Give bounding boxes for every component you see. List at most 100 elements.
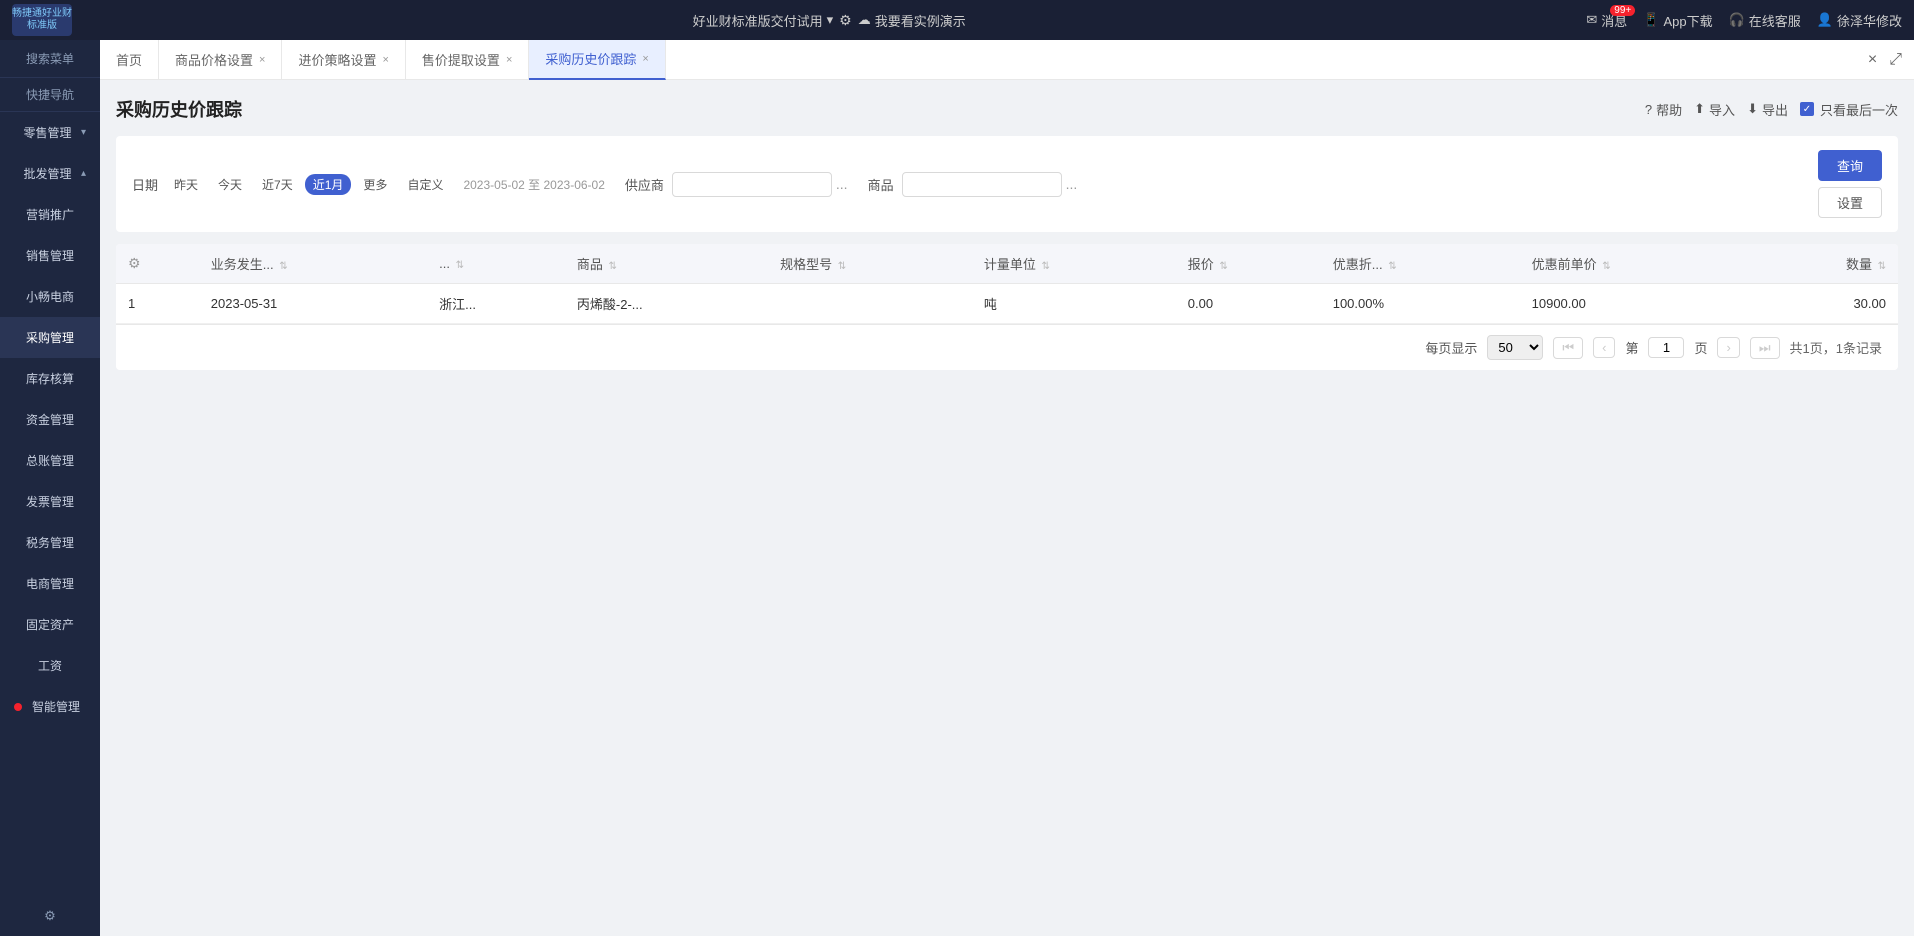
tab-purchase-history[interactable]: 采购历史价跟踪 × <box>529 40 665 80</box>
supplier-ellipsis-button[interactable]: ... <box>836 176 848 192</box>
date-btn-1month[interactable]: 近1月 <box>305 174 352 195</box>
tab-close-price-extract[interactable]: × <box>506 54 512 66</box>
pagination-prev-button[interactable]: ‹ <box>1593 337 1615 358</box>
version-select[interactable]: 好业财标准版交付试用 ▾ <box>693 11 834 30</box>
sidebar-item-inventory[interactable]: 库存核算 <box>0 358 100 399</box>
message-icon: ✉ <box>1586 12 1597 28</box>
date-btn-7days[interactable]: 近7天 <box>254 174 301 195</box>
page-input[interactable] <box>1648 337 1684 358</box>
checkbox-icon: ✓ <box>1800 102 1814 116</box>
th-pre-discount-price[interactable]: 优惠前单价 ⇅ <box>1520 244 1753 284</box>
sidebar-item-tax[interactable]: 税务管理 <box>0 522 100 563</box>
filter-settings-button[interactable]: 设置 <box>1818 187 1882 218</box>
pagination-first-button[interactable]: ⏮ <box>1553 337 1583 359</box>
user-menu-button[interactable]: 👤 徐泽华修改 <box>1817 11 1902 30</box>
query-button[interactable]: 查询 <box>1818 150 1882 181</box>
filter-actions: 查询 设置 <box>1818 150 1882 218</box>
sort-icon-quantity: ⇅ <box>1878 261 1886 272</box>
app-download-button[interactable]: 📱 App下载 <box>1643 11 1712 30</box>
th-discount[interactable]: 优惠折... ⇅ <box>1321 244 1520 284</box>
sidebar-item-invoice[interactable]: 发票管理 <box>0 481 100 522</box>
pagination-last-button[interactable]: ⏭ <box>1750 337 1780 359</box>
sort-icon-goods-name: ⇅ <box>609 261 617 272</box>
tab-price-extract[interactable]: 售价提取设置 × <box>406 40 529 80</box>
tab-price-settings[interactable]: 商品价格设置 × <box>159 40 282 80</box>
supplier-input[interactable] <box>672 172 832 197</box>
main-layout: 搜索菜单 快捷导航 零售管理 ▾ 批发管理 ▴ 营销推广 销售管理 小畅电商 采… <box>0 40 1914 936</box>
sidebar-item-marketing[interactable]: 营销推广 <box>0 194 100 235</box>
import-button[interactable]: ⬆ 导入 <box>1694 100 1735 119</box>
th-price[interactable]: 报价 ⇅ <box>1176 244 1321 284</box>
goods-ellipsis-button[interactable]: ... <box>1066 176 1078 192</box>
help-button[interactable]: ? 帮助 <box>1645 100 1682 119</box>
sidebar-item-finance[interactable]: 资金管理 <box>0 399 100 440</box>
page-label-pre: 第 <box>1625 338 1638 357</box>
tab-close-purchase-strategy[interactable]: × <box>382 54 388 66</box>
th-unit[interactable]: 计量单位 ⇅ <box>972 244 1176 284</box>
chevron-up-icon: ▴ <box>81 168 86 179</box>
sidebar-item-fixed-assets[interactable]: 固定资产 <box>0 604 100 645</box>
sidebar-item-wholesale[interactable]: 批发管理 ▴ <box>0 153 100 194</box>
tab-purchase-strategy[interactable]: 进价策略设置 × <box>282 40 405 80</box>
import-icon: ⬆ <box>1694 101 1705 117</box>
sidebar-item-retail[interactable]: 零售管理 ▾ <box>0 112 100 153</box>
sidebar-item-salary[interactable]: 工资 <box>0 645 100 686</box>
sort-icon-more1: ⇅ <box>456 260 464 271</box>
online-service-button[interactable]: 🎧 在线客服 <box>1729 11 1801 30</box>
supplier-filter-group: 供应商 ... <box>625 172 848 197</box>
date-btn-yesterday[interactable]: 昨天 <box>166 174 206 195</box>
td-spec <box>768 284 972 324</box>
per-page-select[interactable]: 50 100 200 <box>1487 335 1543 360</box>
th-quantity[interactable]: 数量 ⇅ <box>1753 244 1898 284</box>
tab-home[interactable]: 首页 <box>100 40 159 80</box>
sidebar-item-ecommerce[interactable]: 电商管理 <box>0 563 100 604</box>
date-btn-custom[interactable]: 自定义 <box>399 174 451 195</box>
td-price: 0.00 <box>1176 284 1321 324</box>
top-bar-left: 畅捷通好业财 标准版 <box>12 4 72 36</box>
th-biz-date[interactable]: 业务发生... ⇅ <box>199 244 427 284</box>
tab-close-purchase-history[interactable]: × <box>642 53 648 65</box>
th-spec[interactable]: 规格型号 ⇅ <box>768 244 972 284</box>
date-filter-group: 日期 昨天 今天 近7天 近1月 更多 自定义 2023-05-02 至 202… <box>132 174 605 195</box>
date-btn-more[interactable]: 更多 <box>355 174 395 195</box>
only-last-toggle[interactable]: ✓ 只看最后一次 <box>1800 100 1898 119</box>
sort-icon-pre-discount-price: ⇅ <box>1602 261 1610 272</box>
content-area: 首页 商品价格设置 × 进价策略设置 × 售价提取设置 × 采购历史价跟踪 × … <box>100 40 1914 936</box>
page-label: 页 <box>1694 338 1707 357</box>
sort-icon-biz-date: ⇅ <box>279 261 287 272</box>
date-btn-today[interactable]: 今天 <box>210 174 250 195</box>
sidebar-item-ecommerce-small[interactable]: 小畅电商 <box>0 276 100 317</box>
sidebar-gear-button[interactable]: ⚙ <box>0 896 100 936</box>
goods-filter-group: 商品 ... <box>868 172 1078 197</box>
sidebar-item-sales[interactable]: 销售管理 <box>0 235 100 276</box>
goods-input-wrap: ... <box>902 172 1078 197</box>
tab-close-button[interactable]: × <box>1864 49 1881 71</box>
table-header-row: ⚙ 业务发生... ⇅ ... ⇅ 商品 <box>116 244 1898 284</box>
export-button[interactable]: ⬇ 导出 <box>1747 100 1788 119</box>
demo-link[interactable]: ☁ 我要看实例演示 <box>858 11 966 30</box>
table-row: 1 2023-05-31 浙江... 丙烯酸-2-... 吨 0.00 100.… <box>116 284 1898 324</box>
sidebar-item-smart[interactable]: 智能管理 <box>0 686 100 727</box>
column-settings-icon[interactable]: ⚙ <box>128 255 141 271</box>
tab-bar: 首页 商品价格设置 × 进价策略设置 × 售价提取设置 × 采购历史价跟踪 × … <box>100 40 1914 80</box>
sort-icon-unit: ⇅ <box>1042 261 1050 272</box>
date-label: 日期 <box>132 175 158 194</box>
tab-close-price-settings[interactable]: × <box>259 54 265 66</box>
goods-input[interactable] <box>902 172 1062 197</box>
message-button[interactable]: ✉ 消息 99+ <box>1586 11 1627 30</box>
td-more1: 浙江... <box>427 284 565 324</box>
tab-expand-button[interactable]: ⤢ <box>1885 49 1906 71</box>
headset-icon: 🎧 <box>1729 12 1745 28</box>
chevron-down-icon: ▾ <box>827 12 834 28</box>
top-gear-button[interactable]: ⚙ <box>839 12 852 29</box>
sidebar-quick-nav[interactable]: 快捷导航 <box>0 78 100 112</box>
top-bar-center: 好业财标准版交付试用 ▾ ⚙ ☁ 我要看实例演示 <box>693 11 966 30</box>
demo-icon: ☁ <box>858 12 871 28</box>
sidebar-item-purchase[interactable]: 采购管理 <box>0 317 100 358</box>
sidebar-search[interactable]: 搜索菜单 <box>0 40 100 78</box>
th-goods-name[interactable]: 商品 ⇅ <box>565 244 768 284</box>
td-pre-discount-price: 10900.00 <box>1520 284 1753 324</box>
pagination-next-button[interactable]: › <box>1717 337 1739 358</box>
sidebar-item-ledger[interactable]: 总账管理 <box>0 440 100 481</box>
th-more1[interactable]: ... ⇅ <box>427 244 565 284</box>
